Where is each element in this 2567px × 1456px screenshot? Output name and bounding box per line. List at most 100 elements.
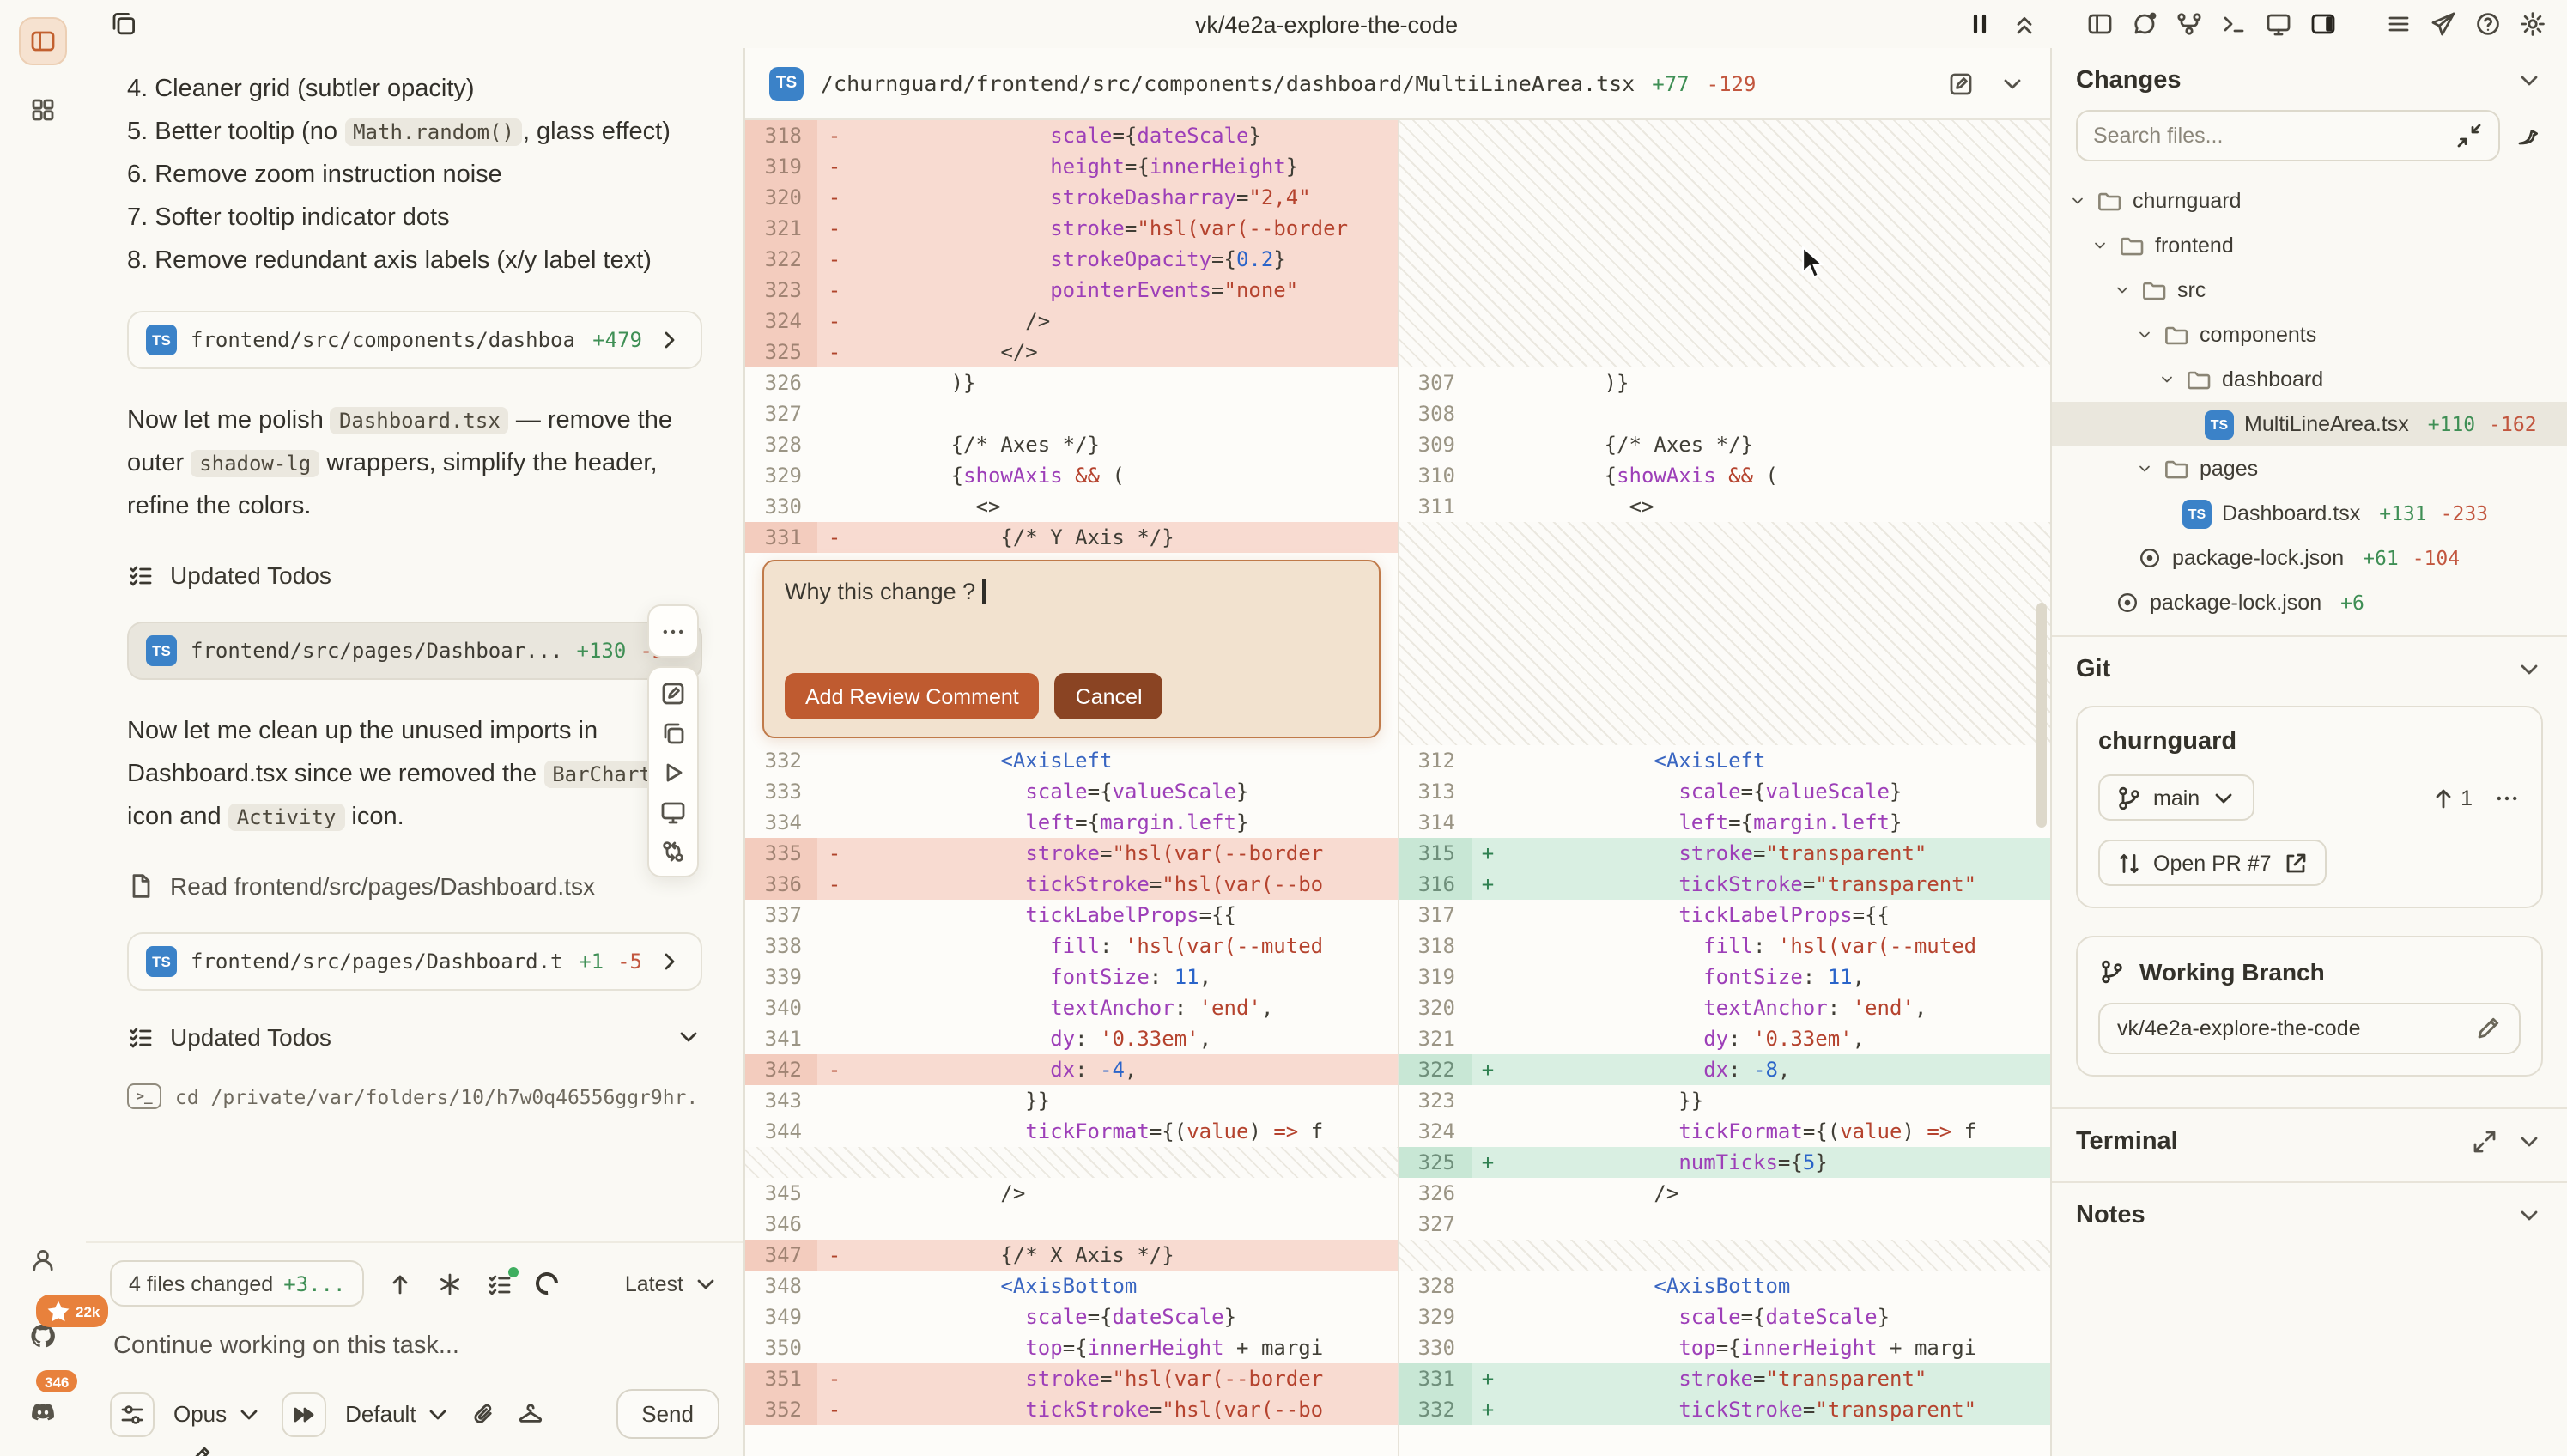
diff-line[interactable]: 318- scale={dateScale}: [745, 120, 1397, 151]
chevron-down-icon[interactable]: [2091, 237, 2109, 254]
diff-line[interactable]: 325- </>: [745, 337, 1397, 367]
diff-line[interactable]: 331+ stroke="transparent": [1399, 1363, 2050, 1394]
diff-line[interactable]: 349 scale={dateScale}: [745, 1301, 1397, 1332]
chevron-down-icon[interactable]: [2136, 460, 2153, 477]
diff-line[interactable]: 315+ stroke="transparent": [1399, 838, 2050, 869]
diff-line[interactable]: 311 <>: [1399, 491, 2050, 522]
diff-line[interactable]: 337 tickLabelProps={{: [745, 900, 1397, 931]
diff-line[interactable]: 314 left={margin.left}: [1399, 807, 2050, 838]
comment-input[interactable]: Why this change ?: [785, 579, 1357, 604]
file-change-chip[interactable]: TS frontend/src/pages/Dashboard.tsx +1 -…: [127, 932, 702, 991]
diff-line[interactable]: 338 fill: 'hsl(var(--muted: [745, 931, 1397, 962]
diff-line[interactable]: 339 fontSize: 11,: [745, 962, 1397, 992]
chevron-down-icon[interactable]: [2515, 1202, 2543, 1229]
chevron-down-icon[interactable]: [2515, 656, 2543, 683]
more-options-icon[interactable]: [2493, 784, 2521, 811]
annotate-icon[interactable]: [1947, 70, 1975, 97]
git-section-header[interactable]: Git: [2052, 635, 2567, 699]
preview-button[interactable]: [654, 792, 692, 831]
help-icon[interactable]: [2474, 10, 2502, 38]
open-pr-button[interactable]: Open PR #7: [2098, 840, 2327, 886]
diff-line[interactable]: 317 tickLabelProps={{: [1399, 900, 2050, 931]
attachment-icon[interactable]: [471, 1400, 499, 1428]
send-button[interactable]: Send: [616, 1389, 719, 1439]
diff-line[interactable]: 346: [745, 1209, 1397, 1240]
files-changed-chip[interactable]: 4 files changed +3...: [110, 1260, 364, 1307]
bird-icon[interactable]: [2515, 122, 2543, 149]
menu-icon[interactable]: [2385, 10, 2412, 38]
diff-line[interactable]: 312 <AxisLeft: [1399, 745, 2050, 776]
updated-todos-row[interactable]: Updated Todos: [127, 1023, 702, 1051]
diff-scrollbar[interactable]: [2036, 127, 2047, 1449]
expand-icon[interactable]: [2471, 1128, 2498, 1156]
diff-line[interactable]: 322+ dx: -8,: [1399, 1054, 2050, 1085]
diff-line[interactable]: 345 />: [745, 1178, 1397, 1209]
diff-line[interactable]: 327: [1399, 1209, 2050, 1240]
git-network-icon[interactable]: [2176, 10, 2203, 38]
diff-line[interactable]: 320 textAnchor: 'end',: [1399, 992, 2050, 1023]
tree-file[interactable]: TSDashboard.tsx+131-233: [2052, 491, 2567, 536]
diff-line[interactable]: 350 top={innerHeight + margi: [745, 1332, 1397, 1363]
diff-line[interactable]: 316+ tickStroke="transparent": [1399, 869, 2050, 900]
terminal-section-header[interactable]: Terminal: [2052, 1107, 2567, 1171]
search-box[interactable]: [2076, 110, 2500, 161]
chevron-down-icon[interactable]: [2515, 1128, 2543, 1156]
diff-line[interactable]: 309 {/* Axes */}: [1399, 429, 2050, 460]
add-review-comment-button[interactable]: Add Review Comment: [785, 673, 1040, 719]
latest-dropdown[interactable]: Latest: [625, 1270, 719, 1297]
diff-line[interactable]: 332 <AxisLeft: [745, 745, 1397, 776]
tree-folder[interactable]: dashboard: [2052, 357, 2567, 402]
settings-icon[interactable]: [2519, 10, 2546, 38]
cancel-button[interactable]: Cancel: [1055, 673, 1163, 719]
chevron-down-icon[interactable]: [1999, 70, 2026, 97]
scrollbar-thumb[interactable]: [2036, 603, 2047, 828]
diff-line[interactable]: 344 tickFormat={(value) => f: [745, 1116, 1397, 1147]
tree-file[interactable]: package-lock.json+61-104: [2052, 536, 2567, 580]
search-input[interactable]: [2093, 124, 2445, 148]
diff-line[interactable]: 326 />: [1399, 1178, 2050, 1209]
terminal-icon[interactable]: [2220, 10, 2248, 38]
edit-icon[interactable]: [2474, 1015, 2502, 1042]
diff-line[interactable]: 308: [1399, 398, 2050, 429]
terminal-command-row[interactable]: >_ cd /private/var/folders/10/h7w0q46556…: [127, 1083, 702, 1109]
diff-line[interactable]: 323 }}: [1399, 1085, 2050, 1116]
diff-line[interactable]: 321- stroke="hsl(var(--border: [745, 213, 1397, 244]
diff-line[interactable]: 319- height={innerHeight}: [745, 151, 1397, 182]
annotate-button[interactable]: [654, 673, 692, 713]
diff-line[interactable]: 331- {/* Y Axis */}: [745, 522, 1397, 553]
tree-folder[interactable]: churnguard: [2052, 179, 2567, 223]
tree-folder[interactable]: frontend: [2052, 223, 2567, 268]
chevron-down-icon[interactable]: [2136, 326, 2153, 343]
diff-line[interactable]: 342- dx: -4,: [745, 1054, 1397, 1085]
file-change-chip-selected[interactable]: TS frontend/src/pages/Dashboar... +130 -…: [127, 622, 702, 680]
updated-todos-row[interactable]: Updated Todos: [127, 561, 702, 589]
run-button[interactable]: [654, 752, 692, 792]
mode-dropdown[interactable]: Default: [345, 1400, 452, 1428]
edit-icon[interactable]: [185, 1444, 213, 1456]
window-tabs-icon[interactable]: [110, 10, 137, 38]
diff-line[interactable]: 352- tickStroke="hsl(var(--bo: [745, 1394, 1397, 1425]
share-icon[interactable]: [2430, 10, 2457, 38]
notes-section-header[interactable]: Notes: [2052, 1181, 2567, 1245]
more-options-button[interactable]: [654, 611, 692, 651]
compare-button[interactable]: [654, 831, 692, 871]
diff-line[interactable]: 343 }}: [745, 1085, 1397, 1116]
changes-section-header[interactable]: Changes: [2052, 48, 2567, 110]
tree-folder[interactable]: components: [2052, 312, 2567, 357]
model-dropdown[interactable]: Opus: [173, 1400, 263, 1428]
hanger-icon[interactable]: [518, 1400, 545, 1428]
pause-icon[interactable]: [1966, 10, 1994, 38]
read-file-row[interactable]: Read frontend/src/pages/Dashboard.tsx: [127, 872, 702, 900]
collapse-tree-icon[interactable]: [2455, 122, 2483, 149]
diff-line[interactable]: 329 scale={dateScale}: [1399, 1301, 2050, 1332]
chevron-down-icon[interactable]: [2114, 282, 2131, 299]
diff-line[interactable]: 336- tickStroke="hsl(var(--bo: [745, 869, 1397, 900]
diff-line[interactable]: 340 textAnchor: 'end',: [745, 992, 1397, 1023]
panel-right-icon[interactable]: [2309, 10, 2337, 38]
diff-line[interactable]: 326 )}: [745, 367, 1397, 398]
diff-line[interactable]: 318 fill: 'hsl(var(--muted: [1399, 931, 2050, 962]
diff-line[interactable]: 313 scale={valueScale}: [1399, 776, 2050, 807]
diff-line[interactable]: 348 <AxisBottom: [745, 1271, 1397, 1301]
diff-line[interactable]: 327: [745, 398, 1397, 429]
skip-button[interactable]: [282, 1392, 326, 1436]
